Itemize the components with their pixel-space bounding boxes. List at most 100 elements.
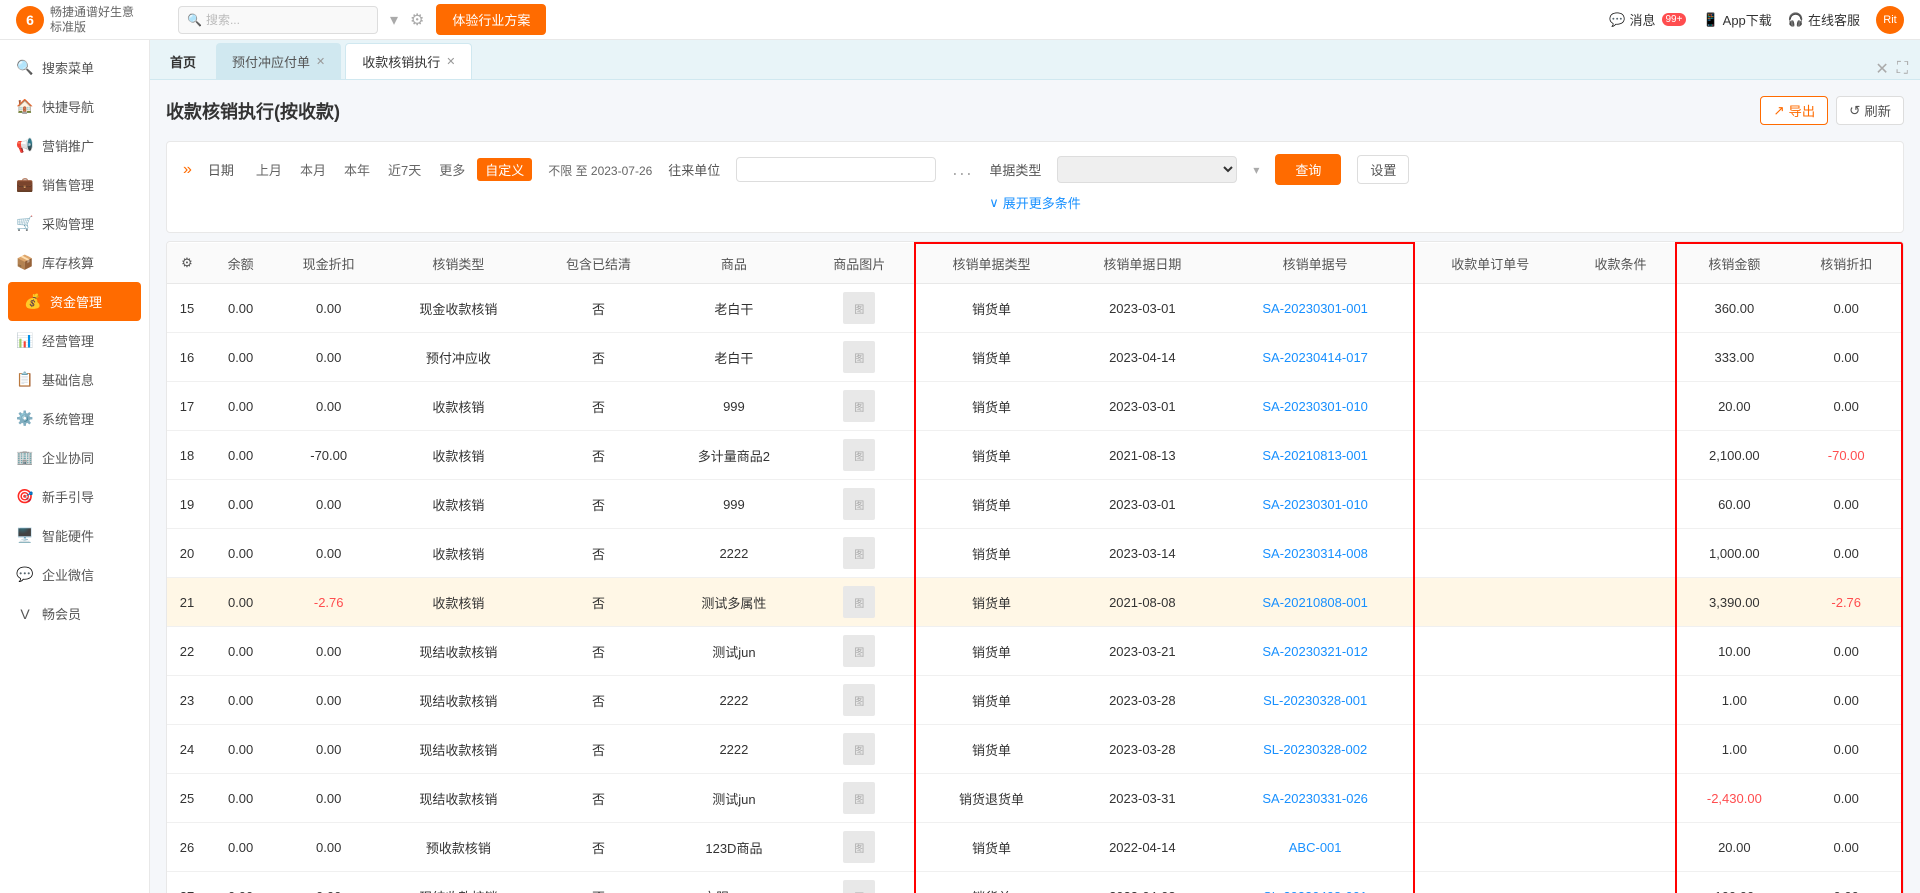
filter-collapse-icon[interactable]: »	[183, 161, 192, 179]
bill-no-link[interactable]: SA-20230321-012	[1262, 644, 1368, 659]
cell-verify-bill-date: 2023-03-28	[1067, 725, 1217, 774]
sidebar-item-operation[interactable]: 📊 经营管理	[0, 321, 149, 360]
query-button[interactable]: 查询	[1275, 154, 1341, 185]
sidebar-item-quicknav[interactable]: 🏠 快捷导航	[0, 87, 149, 126]
tab-prepay-close[interactable]: ✕	[316, 55, 325, 68]
cell-verify-bill-no[interactable]: ABC-001	[1218, 823, 1414, 872]
cell-verify-bill-date: 2023-04-14	[1067, 333, 1217, 382]
cell-verify-bill-type: 销货单	[915, 627, 1067, 676]
cell-verify-bill-no[interactable]: SL-20230408-001	[1218, 872, 1414, 893]
bill-no-link[interactable]: SA-20230301-010	[1262, 399, 1368, 414]
bill-no-link[interactable]: SA-20230331-026	[1262, 791, 1368, 806]
sidebar-item-system[interactable]: ⚙️ 系统管理	[0, 399, 149, 438]
cell-verify-bill-no[interactable]: SA-20230331-026	[1218, 774, 1414, 823]
page-title: 收款核销执行(按收款)	[166, 98, 340, 124]
cell-verify-bill-no[interactable]: SA-20210813-001	[1218, 431, 1414, 480]
cell-verify-amount: 333.00	[1676, 333, 1791, 382]
cell-verify-amount: 10.00	[1676, 627, 1791, 676]
tab-collection-close[interactable]: ✕	[446, 55, 455, 68]
btn-this-month[interactable]: 本月	[294, 158, 332, 181]
bill-no-link[interactable]: SA-20210808-001	[1262, 595, 1368, 610]
cell-verify-bill-no[interactable]: SA-20230301-010	[1218, 480, 1414, 529]
cell-verify-bill-type: 销货单	[915, 529, 1067, 578]
tab-collection[interactable]: 收款核销执行 ✕	[345, 43, 472, 79]
cell-collect-order-no	[1414, 872, 1566, 893]
industry-solution-button[interactable]: 体验行业方案	[436, 4, 546, 35]
btn-last-month[interactable]: 上月	[250, 158, 288, 181]
bill-no-link[interactable]: SA-20230301-010	[1262, 497, 1368, 512]
dropdown-arrow-icon[interactable]: ▾	[390, 10, 398, 30]
voucher-type-select[interactable]	[1057, 156, 1237, 183]
partner-input[interactable]	[736, 157, 936, 182]
tab-expand-icon[interactable]: ⛶	[1897, 60, 1908, 78]
refresh-button[interactable]: ↺ 刷新	[1836, 96, 1904, 125]
logo: 6 畅捷通谱好生意 标准版	[16, 5, 166, 34]
sidebar-item-search[interactable]: 🔍 搜索菜单	[0, 48, 149, 87]
cell-balance: 0.00	[207, 774, 274, 823]
cell-goods-image: 图	[805, 529, 915, 578]
btn-more-dates[interactable]: 更多	[433, 158, 471, 181]
bill-no-link[interactable]: SA-20230301-001	[1262, 301, 1368, 316]
cell-verify-bill-no[interactable]: SL-20230328-002	[1218, 725, 1414, 774]
btn-last-7-days[interactable]: 近7天	[382, 158, 427, 181]
voucher-type-arrow-icon[interactable]: ▾	[1253, 163, 1259, 177]
cell-verify-bill-no[interactable]: SA-20230301-010	[1218, 382, 1414, 431]
sales-icon: 💼	[16, 176, 34, 194]
cell-include-settled: 否	[534, 480, 664, 529]
cell-verify-bill-no[interactable]: SL-20230328-001	[1218, 676, 1414, 725]
sidebar-item-guide[interactable]: 🎯 新手引导	[0, 477, 149, 516]
sidebar-item-member[interactable]: V 畅会员	[0, 594, 149, 633]
sidebar-item-basic[interactable]: 📋 基础信息	[0, 360, 149, 399]
bill-no-link[interactable]: ABC-001	[1289, 840, 1342, 855]
user-avatar[interactable]: Rit	[1876, 6, 1904, 34]
table-row: 27 0.00 0.00 现结收款核销 否 衣服00001 图 销货单 2023…	[167, 872, 1902, 893]
online-support-button[interactable]: 🎧 在线客服	[1788, 10, 1860, 29]
settings-gear-icon[interactable]: ⚙	[410, 10, 424, 30]
cell-verify-bill-date: 2023-03-01	[1067, 480, 1217, 529]
cell-collect-condition	[1566, 774, 1676, 823]
marketing-icon: 📢	[16, 137, 34, 155]
col-gear[interactable]: ⚙	[167, 243, 207, 284]
cell-verify-amount: 1.00	[1676, 676, 1791, 725]
bill-no-link[interactable]: SA-20210813-001	[1262, 448, 1368, 463]
messages-button[interactable]: 💬 消息 99+	[1609, 10, 1686, 29]
tab-home[interactable]: 首页	[154, 43, 212, 79]
tab-prepay[interactable]: 预付冲应付单 ✕	[216, 43, 341, 79]
cell-goods-image: 图	[805, 872, 915, 893]
btn-this-year[interactable]: 本年	[338, 158, 376, 181]
expand-more-button[interactable]: ∨ 展开更多条件	[183, 193, 1887, 212]
app-download-button[interactable]: 📱 App下载	[1702, 10, 1771, 29]
sidebar-item-purchase[interactable]: 🛒 采购管理	[0, 204, 149, 243]
home-icon: 🏠	[16, 98, 34, 116]
bill-no-link[interactable]: SL-20230328-001	[1263, 693, 1367, 708]
sidebar-item-enterprise[interactable]: 🏢 企业协同	[0, 438, 149, 477]
main-layout: 🔍 搜索菜单 🏠 快捷导航 📢 营销推广 💼 销售管理 🛒 采购管理 📦 库存核…	[0, 40, 1920, 893]
sidebar-item-hardware[interactable]: 🖥️ 智能硬件	[0, 516, 149, 555]
sidebar-item-wechat[interactable]: 💬 企业微信	[0, 555, 149, 594]
cell-verify-amount: 2,100.00	[1676, 431, 1791, 480]
cell-verify-bill-type: 销货单	[915, 382, 1067, 431]
btn-custom-date[interactable]: 自定义	[477, 158, 532, 181]
sidebar-item-sales[interactable]: 💼 销售管理	[0, 165, 149, 204]
settings-button[interactable]: 设置	[1357, 155, 1409, 184]
sidebar-item-inventory[interactable]: 📦 库存核算	[0, 243, 149, 282]
cell-verify-bill-no[interactable]: SA-20230301-001	[1218, 284, 1414, 333]
tab-close-all-icon[interactable]: ✕	[1875, 59, 1888, 79]
cell-cash-discount: 0.00	[274, 284, 383, 333]
bill-no-link[interactable]: SL-20230328-002	[1263, 742, 1367, 757]
bill-no-link[interactable]: SL-20230408-001	[1263, 889, 1367, 893]
col-balance: 余额	[207, 243, 274, 284]
partner-dots[interactable]: ...	[952, 159, 973, 180]
cell-goods-image: 图	[805, 382, 915, 431]
sidebar-item-capital[interactable]: 💰 资金管理	[8, 282, 141, 321]
cell-verify-bill-no[interactable]: SA-20210808-001	[1218, 578, 1414, 627]
cell-goods: 测试多属性	[663, 578, 804, 627]
cell-verify-bill-no[interactable]: SA-20230314-008	[1218, 529, 1414, 578]
bill-no-link[interactable]: SA-20230314-008	[1262, 546, 1368, 561]
cell-cash-discount: 0.00	[274, 382, 383, 431]
cell-verify-bill-no[interactable]: SA-20230414-017	[1218, 333, 1414, 382]
bill-no-link[interactable]: SA-20230414-017	[1262, 350, 1368, 365]
sidebar-item-marketing[interactable]: 📢 营销推广	[0, 126, 149, 165]
cell-verify-bill-no[interactable]: SA-20230321-012	[1218, 627, 1414, 676]
export-button[interactable]: ↗ 导出	[1760, 96, 1828, 125]
